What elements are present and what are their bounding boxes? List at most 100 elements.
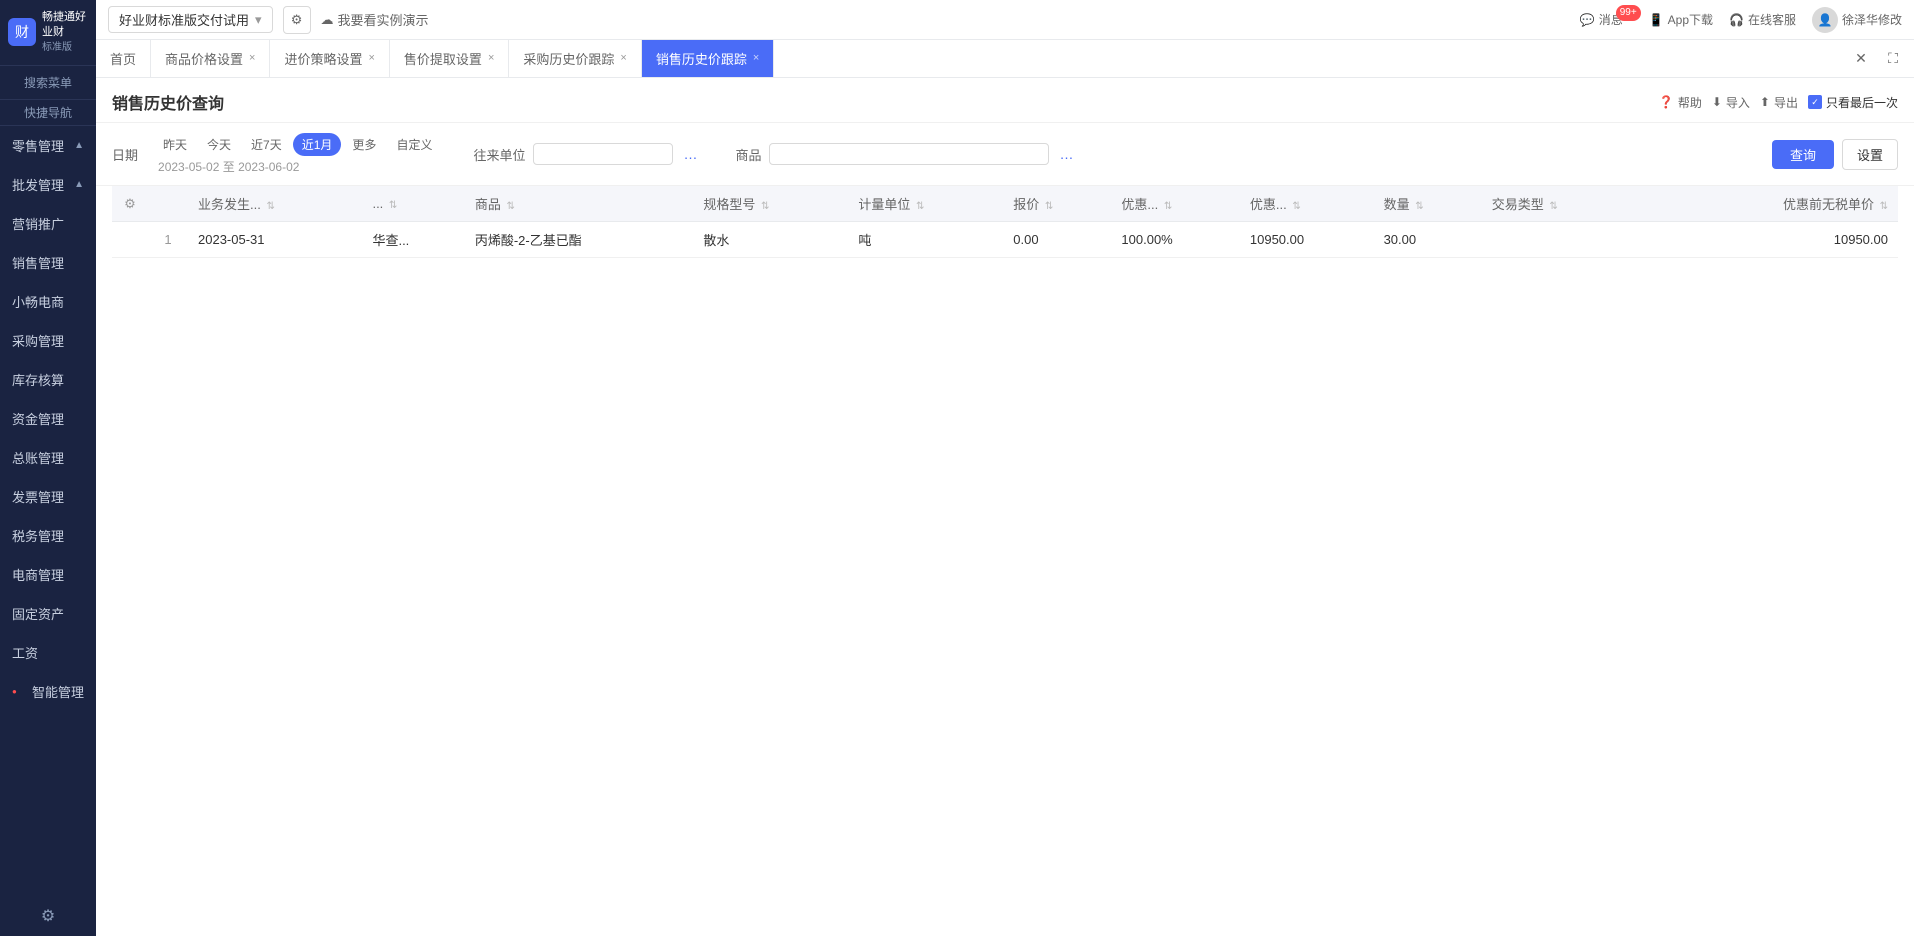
sidebar-item-wholesale[interactable]: 批发管理 ▲: [0, 165, 96, 204]
sidebar-item-sales[interactable]: 销售管理: [0, 243, 96, 282]
col-unit[interactable]: 计量单位 ⇅: [848, 186, 1003, 222]
sidebar-quick-nav[interactable]: 快捷导航: [0, 100, 96, 126]
col-no-tax-price[interactable]: 优惠前无税单价 ⇅: [1673, 186, 1898, 222]
version-selector[interactable]: 好业财标准版交付试用 ▾: [108, 6, 273, 33]
cell-biz-date: 2023-05-31: [188, 222, 362, 258]
tabbar: 首页 商品价格设置 × 进价策略设置 × 售价提取设置 × 采购历史价跟踪 × …: [96, 40, 1914, 78]
last-only-checkbox[interactable]: ✓ 只看最后一次: [1808, 94, 1898, 111]
cell-unit: 吨: [848, 222, 1003, 258]
cell-more: 华查...: [362, 222, 464, 258]
date-btn-7days[interactable]: 近7天: [242, 133, 291, 156]
col-product[interactable]: 商品 ⇅: [465, 186, 694, 222]
sort-icon: ⇅: [1164, 201, 1172, 212]
date-btn-1month[interactable]: 近1月: [293, 133, 342, 156]
sidebar-item-ecommerce-small[interactable]: 小畅电商: [0, 282, 96, 321]
tab-close-icon[interactable]: ×: [249, 53, 255, 64]
sidebar-item-tax[interactable]: 税务管理: [0, 516, 96, 555]
sidebar-item-label: 采购管理: [12, 331, 64, 350]
app-download-button[interactable]: 📱 App下载: [1649, 11, 1713, 28]
product-input-wrap: …: [769, 143, 1079, 165]
help-label: 帮助: [1678, 94, 1702, 111]
settings-icon[interactable]: ⚙: [283, 6, 311, 34]
tab-purchase-strategy[interactable]: 进价策略设置 ×: [270, 40, 389, 78]
query-button[interactable]: 查询: [1772, 140, 1834, 169]
date-btn-more[interactable]: 更多: [343, 133, 385, 156]
tab-close-icon[interactable]: ×: [620, 53, 626, 64]
tab-close-icon[interactable]: ×: [488, 53, 494, 64]
topbar: 好业财标准版交付试用 ▾ ⚙ ☁ 我要看实例演示 💬 消息 99+ 📱 App下…: [96, 0, 1914, 40]
data-table: ⚙ 业务发生... ⇅ ... ⇅ 商品 ⇅: [112, 186, 1898, 258]
col-discount1[interactable]: 优惠... ⇅: [1111, 186, 1239, 222]
import-label: 导入: [1726, 94, 1750, 111]
tab-close-window-button[interactable]: ✕: [1848, 46, 1874, 72]
headset-icon: 🎧: [1729, 13, 1744, 27]
user-menu[interactable]: 👤 徐泽华修改: [1812, 7, 1902, 33]
col-price[interactable]: 报价 ⇅: [1003, 186, 1111, 222]
import-button[interactable]: ⬇ 导入: [1712, 94, 1750, 111]
help-button[interactable]: ❓ 帮助: [1659, 94, 1702, 111]
col-spec[interactable]: 规格型号 ⇅: [693, 186, 848, 222]
sidebar-item-retail[interactable]: 零售管理 ▲: [0, 126, 96, 165]
tabbar-actions: ✕ ⛶: [1840, 46, 1914, 72]
sidebar-item-inventory[interactable]: 库存核算: [0, 360, 96, 399]
message-badge: 99+: [1616, 5, 1641, 21]
tab-home[interactable]: 首页: [96, 40, 151, 78]
page-header-actions: ❓ 帮助 ⬇ 导入 ⬆ 导出 ✓ 只看最后一次: [1659, 94, 1898, 111]
sidebar-item-finance[interactable]: 资金管理: [0, 399, 96, 438]
date-btn-custom[interactable]: 自定义: [387, 133, 441, 156]
col-qty[interactable]: 数量 ⇅: [1374, 186, 1482, 222]
sidebar-item-fixed-assets[interactable]: 固定资产: [0, 594, 96, 633]
sort-icon: ⇅: [1292, 201, 1300, 212]
tab-sales-history[interactable]: 销售历史价跟踪 ×: [642, 40, 774, 78]
sidebar-item-purchase[interactable]: 采购管理: [0, 321, 96, 360]
date-buttons: 昨天 今天 近7天 近1月 更多 自定义: [154, 133, 441, 156]
logo-text: 畅捷通好业财 标准版: [42, 10, 88, 55]
col-gear: ⚙: [112, 186, 148, 222]
cell-spacer: [1637, 222, 1673, 258]
col-biz-date[interactable]: 业务发生... ⇅: [188, 186, 362, 222]
tab-label: 销售历史价跟踪: [656, 49, 747, 68]
product-select-button[interactable]: …: [1053, 144, 1079, 164]
from-unit-input[interactable]: [533, 143, 673, 165]
sidebar-item-marketing[interactable]: 营销推广: [0, 204, 96, 243]
phone-icon: 📱: [1649, 13, 1664, 27]
sort-icon: ⇅: [916, 201, 924, 212]
sidebar-item-ecommerce[interactable]: 电商管理: [0, 555, 96, 594]
tab-close-icon[interactable]: ×: [368, 53, 374, 64]
tab-price-extract[interactable]: 售价提取设置 ×: [390, 40, 509, 78]
sidebar-item-payroll[interactable]: 工资: [0, 633, 96, 672]
online-service-button[interactable]: 🎧 在线客服: [1729, 11, 1796, 28]
cell-gear: [112, 222, 148, 258]
message-button[interactable]: 💬 消息 99+: [1580, 11, 1633, 28]
filter-actions: 查询 设置: [1772, 139, 1898, 170]
date-filter-label: 日期: [112, 145, 138, 164]
col-more[interactable]: ... ⇅: [362, 186, 464, 222]
sidebar-settings-button[interactable]: ⚙: [0, 896, 96, 936]
sidebar-search[interactable]: 搜索菜单: [0, 66, 96, 100]
export-button[interactable]: ⬆ 导出: [1760, 94, 1798, 111]
product-filter: 商品 …: [735, 143, 1079, 165]
sidebar-logo: 财 畅捷通好业财 标准版: [0, 0, 96, 66]
sidebar-item-invoice[interactable]: 发票管理: [0, 477, 96, 516]
message-icon: 💬: [1580, 13, 1595, 27]
setting-button[interactable]: 设置: [1842, 139, 1898, 170]
table-gear-icon[interactable]: ⚙: [124, 196, 136, 211]
date-btn-yesterday[interactable]: 昨天: [154, 133, 196, 156]
tab-maximize-button[interactable]: ⛶: [1880, 46, 1906, 72]
tab-purchase-history[interactable]: 采购历史价跟踪 ×: [509, 40, 641, 78]
col-trade-type[interactable]: 交易类型 ⇅: [1482, 186, 1637, 222]
sidebar-item-ledger[interactable]: 总账管理: [0, 438, 96, 477]
sort-icon: ⇅: [1415, 201, 1423, 212]
col-discount2[interactable]: 优惠... ⇅: [1240, 186, 1374, 222]
from-unit-select-button[interactable]: …: [677, 144, 703, 164]
demo-button[interactable]: ☁ 我要看实例演示: [321, 10, 429, 29]
tab-close-icon[interactable]: ×: [753, 53, 759, 64]
date-btn-today[interactable]: 今天: [198, 133, 240, 156]
tab-product-price[interactable]: 商品价格设置 ×: [151, 40, 270, 78]
sidebar-item-label: 总账管理: [12, 448, 64, 467]
logo-icon: 财: [8, 18, 36, 46]
user-name: 徐泽华修改: [1842, 11, 1902, 28]
cell-product: 丙烯酸-2-乙基已酯: [465, 222, 694, 258]
sidebar-item-ai[interactable]: 智能管理: [0, 672, 96, 711]
product-input[interactable]: [769, 143, 1049, 165]
